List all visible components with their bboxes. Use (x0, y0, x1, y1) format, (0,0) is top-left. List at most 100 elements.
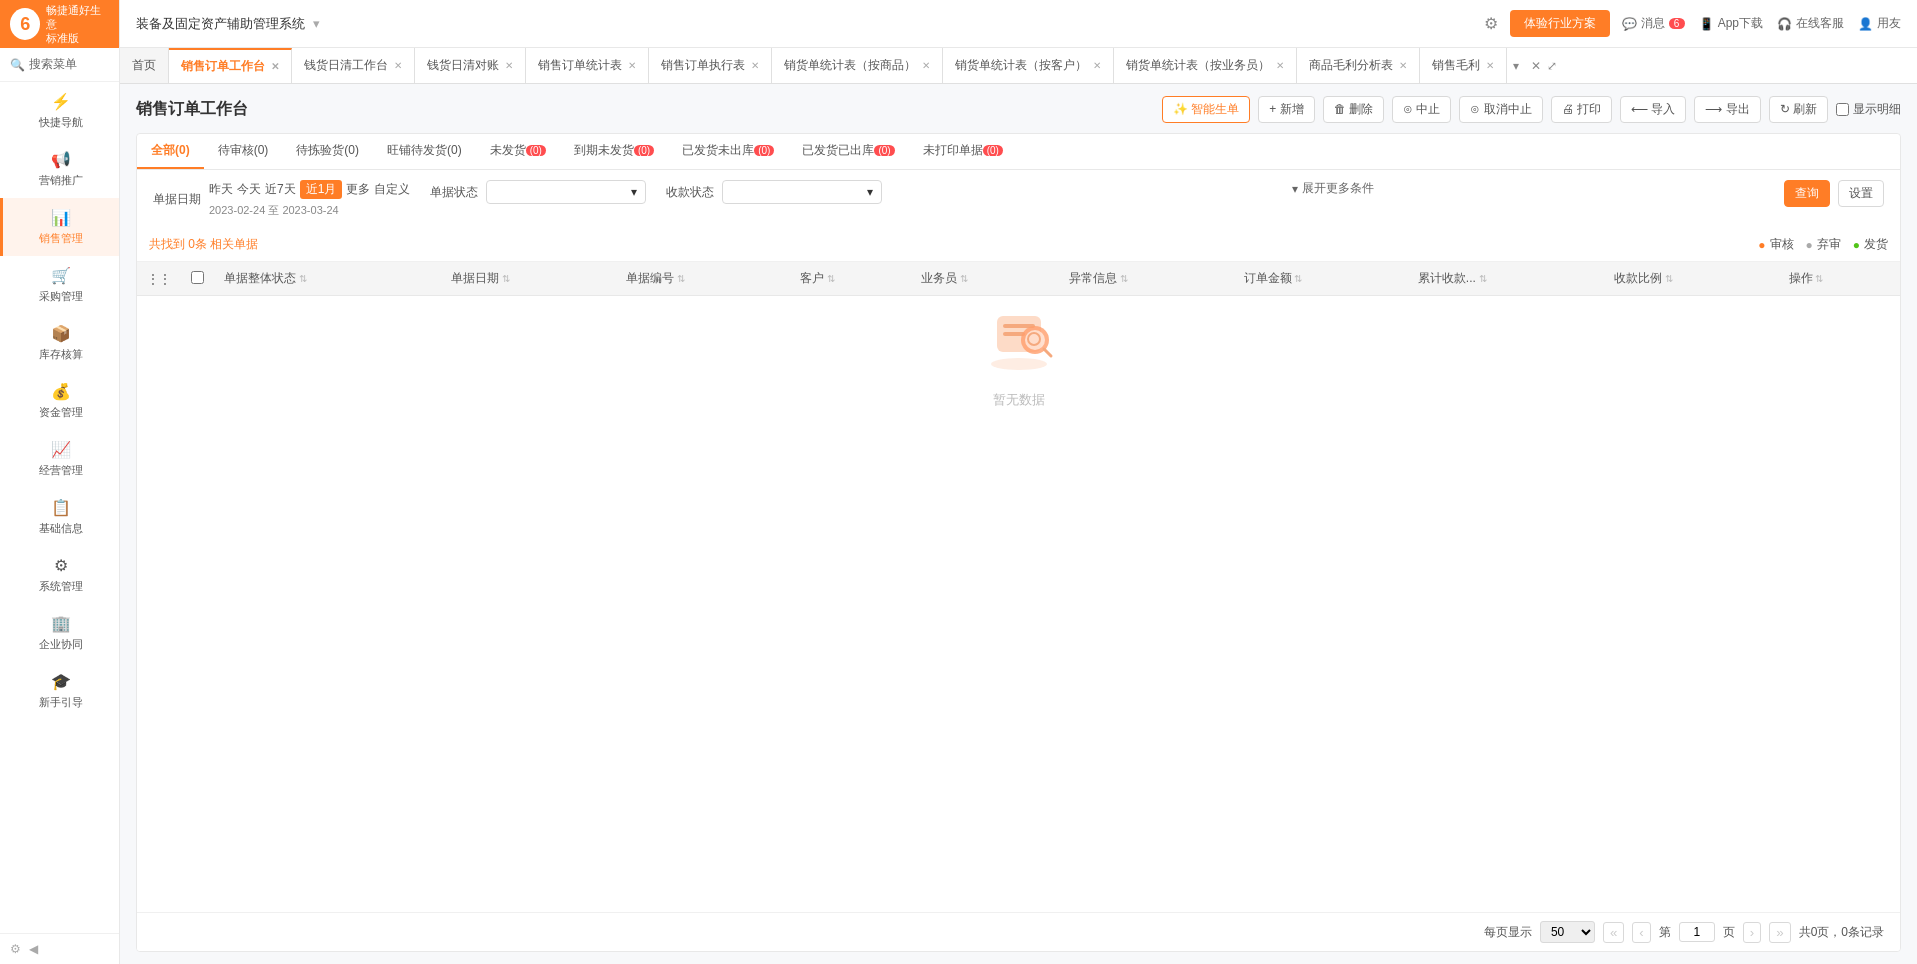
sidebar-item-operations[interactable]: 📈经营管理 (0, 430, 119, 488)
sidebar-item-guide[interactable]: 🎓新手引导 (0, 662, 119, 720)
filter-tab-not-printed[interactable]: 未打印单据(0) (909, 134, 1017, 169)
filter-tab-pending-review[interactable]: 待审核(0) (204, 134, 283, 169)
sort-icon-status: ⇅ (296, 273, 307, 284)
tab-cash-reconcile[interactable]: 钱货日清对账✕ (415, 48, 526, 84)
sidebar-item-quick-nav[interactable]: ⚡快捷导航 (0, 82, 119, 140)
purchase-icon: 🛒 (51, 266, 71, 285)
message-action[interactable]: 💬 消息 6 (1622, 15, 1685, 32)
tab-sales-order-exec[interactable]: 销售订单执行表✕ (649, 48, 772, 84)
sidebar-item-system[interactable]: ⚙系统管理 (0, 546, 119, 604)
tab-close-margin-analysis[interactable]: ✕ (1399, 60, 1407, 71)
first-page-btn[interactable]: « (1603, 922, 1624, 943)
batch-action-审核[interactable]: ● 审核 (1758, 236, 1793, 253)
export-btn[interactable]: ⟶ 导出 (1694, 96, 1760, 123)
date-opt-近7天[interactable]: 近7天 (265, 181, 296, 198)
tab-cash-daily[interactable]: 钱货日清工作台✕ (292, 48, 415, 84)
refresh-btn[interactable]: ↻ 刷新 (1769, 96, 1828, 123)
filter-tab-count-not-shipped: (0) (526, 145, 546, 156)
tab-sales-gross[interactable]: 销售毛利✕ (1420, 48, 1507, 84)
tab-close-cash-reconcile[interactable]: ✕ (505, 60, 513, 71)
tab-sales-stats-customer[interactable]: 销货单统计表（按客户）✕ (943, 48, 1114, 84)
col-header-checkbox[interactable] (181, 262, 214, 296)
status-filter-select[interactable]: ▾ (486, 180, 646, 204)
query-btn[interactable]: 查询 (1784, 180, 1830, 207)
tab-close-sales-order-exec[interactable]: ✕ (751, 60, 759, 71)
next-page-btn[interactable]: › (1743, 922, 1761, 943)
filter-tabs: 全部(0)待审核(0)待拣验货(0)旺铺待发货(0)未发货(0)到期未发货(0)… (137, 134, 1900, 170)
delete-btn[interactable]: 🗑 删除 (1323, 96, 1384, 123)
gear-icon[interactable]: ⚙ (1484, 14, 1498, 33)
date-opt-今天[interactable]: 今天 (237, 181, 261, 198)
import-btn[interactable]: ⟵ 导入 (1620, 96, 1686, 123)
select-all-checkbox[interactable] (191, 271, 204, 284)
last-page-btn[interactable]: » (1769, 922, 1790, 943)
service-action[interactable]: 🎧 在线客服 (1777, 15, 1844, 32)
filter-tab-overdue-not-shipped[interactable]: 到期未发货(0) (560, 134, 668, 169)
user-action[interactable]: 👤 用友 (1858, 15, 1901, 32)
new-btn[interactable]: + 新增 (1258, 96, 1314, 123)
tab-close-cash-daily[interactable]: ✕ (394, 60, 402, 71)
tab-sales-stats-product[interactable]: 销货单统计表（按商品）✕ (772, 48, 943, 84)
tabs-overflow-btn[interactable]: ▾ (1507, 59, 1525, 73)
tabs-restore[interactable]: ⤢ (1547, 59, 1557, 73)
settings-icon[interactable]: ⚙ (10, 942, 21, 956)
sidebar-item-inventory[interactable]: 📦库存核算 (0, 314, 119, 372)
filter-tab-not-shipped[interactable]: 未发货(0) (476, 134, 560, 169)
date-opt-更多[interactable]: 更多 (346, 181, 370, 198)
page-title: 销售订单工作台 (136, 99, 248, 120)
tab-sales-order-workbench[interactable]: 销售订单工作台✕ (169, 48, 292, 84)
show-detail-label[interactable]: 显示明细 (1836, 101, 1901, 118)
sidebar-search[interactable]: 🔍 搜索菜单 (0, 48, 119, 82)
payment-filter-select[interactable]: ▾ (722, 180, 882, 204)
tab-close-sales-stats-staff[interactable]: ✕ (1276, 60, 1284, 71)
batch-action-弃审[interactable]: ● 弃审 (1806, 236, 1841, 253)
status-filter-group: 单据状态 ▾ (430, 180, 646, 204)
page-size-select[interactable]: 102050100 (1540, 921, 1595, 943)
date-opt-近1月[interactable]: 近1月 (300, 180, 343, 199)
sidebar-item-purchase[interactable]: 🛒采购管理 (0, 256, 119, 314)
tab-sales-order-stats[interactable]: 销售订单统计表✕ (526, 48, 649, 84)
filter-tab-pending-inspect[interactable]: 待拣验货(0) (282, 134, 373, 169)
topbar-dropdown-icon[interactable]: ▾ (313, 16, 320, 31)
tab-home[interactable]: 首页 (120, 48, 169, 84)
print-btn[interactable]: 🖨 打印 (1551, 96, 1612, 123)
sidebar-item-label: 库存核算 (39, 347, 83, 362)
page-input[interactable] (1679, 922, 1715, 942)
sidebar-item-basic[interactable]: 📋基础信息 (0, 488, 119, 546)
industry-btn[interactable]: 体验行业方案 (1510, 10, 1610, 37)
sort-icon-action: ⇅ (1813, 273, 1824, 284)
operations-icon: 📈 (51, 440, 71, 459)
tab-sales-stats-staff[interactable]: 销货单统计表（按业务员）✕ (1114, 48, 1297, 84)
tabs-close-all[interactable]: ✕ (1531, 59, 1541, 73)
filter-tab-wangpu-pending[interactable]: 旺铺待发货(0) (373, 134, 476, 169)
sort-icon-collected: ⇅ (1476, 273, 1487, 284)
prev-page-btn[interactable]: ‹ (1632, 922, 1650, 943)
tab-close-sales-order-workbench[interactable]: ✕ (271, 61, 279, 72)
cancel-stop-btn[interactable]: ⊙ 取消中止 (1459, 96, 1542, 123)
show-detail-checkbox[interactable] (1836, 103, 1849, 116)
settings-btn[interactable]: 设置 (1838, 180, 1884, 207)
sidebar-item-finance[interactable]: 💰资金管理 (0, 372, 119, 430)
date-opt-昨天[interactable]: 昨天 (209, 181, 233, 198)
sidebar-item-sales[interactable]: 📊销售管理 (0, 198, 119, 256)
toolbar: ✨ 智能生单 + 新增 🗑 删除 ⊙ 中止 ⊙ 取消中止 🖨 打印 ⟵ 导入 ⟶… (1162, 96, 1901, 123)
date-opt-自定义[interactable]: 自定义 (374, 181, 410, 198)
filter-tab-shipped-not-out[interactable]: 已发货未出库(0) (668, 134, 788, 169)
sidebar-item-marketing[interactable]: 📢营销推广 (0, 140, 119, 198)
collapse-icon[interactable]: ◀ (29, 942, 38, 956)
app-download-action[interactable]: 📱 App下载 (1699, 15, 1763, 32)
filter-tab-shipped-out[interactable]: 已发货已出库(0) (788, 134, 908, 169)
tab-margin-analysis[interactable]: 商品毛利分析表✕ (1297, 48, 1420, 84)
tab-close-sales-stats-customer[interactable]: ✕ (1093, 60, 1101, 71)
sidebar-item-enterprise[interactable]: 🏢企业协同 (0, 604, 119, 662)
smart-btn[interactable]: ✨ 智能生单 (1162, 96, 1250, 123)
tab-close-sales-gross[interactable]: ✕ (1486, 60, 1494, 71)
tab-close-sales-order-stats[interactable]: ✕ (628, 60, 636, 71)
tab-close-sales-stats-product[interactable]: ✕ (922, 60, 930, 71)
expand-btn[interactable]: ▾ 展开更多条件 (1292, 180, 1374, 197)
batch-action-发货[interactable]: ● 发货 (1853, 236, 1888, 253)
table-container[interactable]: ⋮⋮单据整体状态 ⇅单据日期 ⇅单据编号 ⇅客户 ⇅业务员 ⇅异常信息 ⇅订单金… (137, 262, 1900, 912)
app-icon: 📱 (1699, 17, 1714, 31)
stop-btn[interactable]: ⊙ 中止 (1392, 96, 1451, 123)
filter-tab-all[interactable]: 全部(0) (137, 134, 204, 169)
